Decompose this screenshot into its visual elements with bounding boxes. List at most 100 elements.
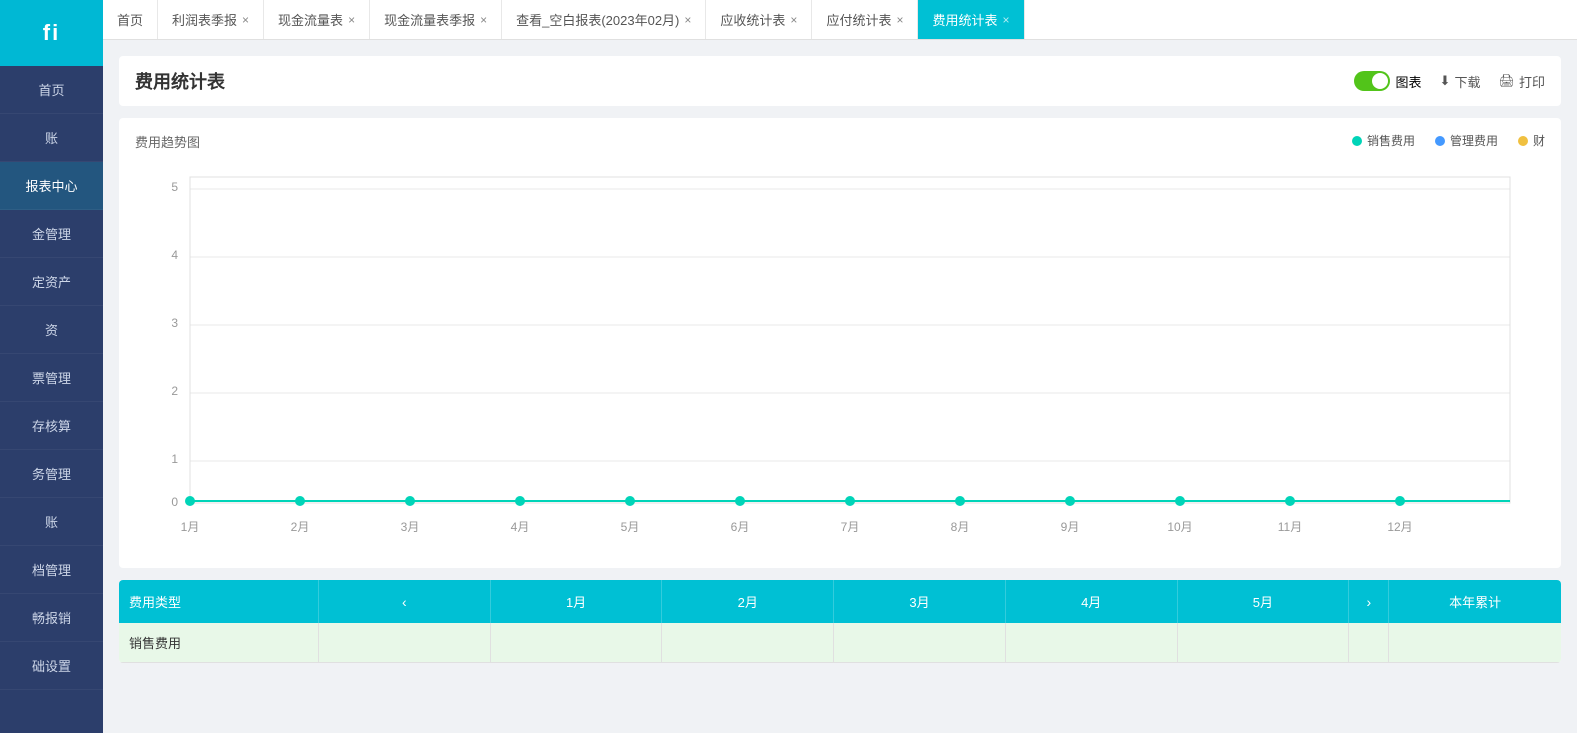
download-button[interactable]: ⬇ 下载: [1440, 72, 1481, 91]
tab-cashflow-quarterly-label: 现金流量表季报: [384, 10, 475, 29]
th-month5: 5月: [1178, 580, 1350, 623]
tab-blank-report[interactable]: 查看_空白报表(2023年02月) ×: [502, 0, 706, 39]
svg-text:4月: 4月: [511, 520, 530, 534]
chart-toggle-group: 图表: [1354, 71, 1422, 91]
tab-profit[interactable]: 利润表季报 ×: [158, 0, 264, 39]
chart-toggle[interactable]: [1354, 71, 1390, 91]
sidebar-item-reports[interactable]: 报表中心: [0, 162, 103, 210]
td-type: 销售费用: [119, 623, 319, 662]
chart-svg-container: 5 4 3 2 1 0: [135, 161, 1545, 554]
sidebar-item-settings[interactable]: 础设置: [0, 642, 103, 690]
sidebar-item-expense[interactable]: 畅报销: [0, 594, 103, 642]
sidebar-item-affairs[interactable]: 务管理: [0, 450, 103, 498]
prev-page-button[interactable]: ‹: [398, 594, 411, 610]
chart-section: 费用趋势图 销售费用 管理费用 财: [119, 118, 1561, 568]
legend-sales-dot: [1352, 136, 1362, 146]
sidebar-item-ledger[interactable]: 账: [0, 498, 103, 546]
print-icon: 🖨: [1498, 73, 1515, 89]
td-ytd: [1389, 623, 1561, 662]
tab-cashflow-close[interactable]: ×: [348, 13, 355, 27]
td-val3: [834, 623, 1006, 662]
table-row: 销售费用: [119, 623, 1561, 663]
tab-home-label: 首页: [117, 10, 143, 29]
svg-text:6月: 6月: [731, 520, 750, 534]
sidebar-logo: fi: [0, 0, 103, 66]
svg-text:2: 2: [171, 384, 178, 398]
td-empty-nav: [319, 623, 491, 662]
header-actions: 图表 ⬇ 下载 🖨 打印: [1354, 71, 1545, 91]
tab-receivable[interactable]: 应收统计表 ×: [706, 0, 812, 39]
chart-legend: 销售费用 管理费用 财: [1352, 132, 1545, 149]
sidebar-item-assets[interactable]: 定资产: [0, 258, 103, 306]
th-month4: 4月: [1006, 580, 1178, 623]
svg-text:0: 0: [171, 495, 178, 509]
table-header: 费用类型 ‹ 1月 2月 3月 4月 5月 › 本年累计: [119, 580, 1561, 623]
tab-receivable-label: 应收统计表: [720, 10, 785, 29]
tab-home[interactable]: 首页: [103, 0, 158, 39]
svg-text:5月: 5月: [621, 520, 640, 534]
chart-title: 费用趋势图: [135, 132, 1545, 151]
tab-profit-label: 利润表季报: [172, 10, 237, 29]
tab-blank-report-label: 查看_空白报表(2023年02月): [516, 10, 679, 29]
legend-finance-dot: [1518, 136, 1528, 146]
tab-blank-report-close[interactable]: ×: [684, 13, 691, 27]
legend-finance-label: 财: [1533, 132, 1545, 149]
legend-admin: 管理费用: [1435, 132, 1498, 149]
th-ytd: 本年累计: [1389, 580, 1561, 623]
sidebar-item-capital[interactable]: 资: [0, 306, 103, 354]
chart-svg: 5 4 3 2 1 0: [135, 161, 1545, 551]
tab-cashflow-quarterly-close[interactable]: ×: [480, 13, 487, 27]
tab-payable[interactable]: 应付统计表 ×: [812, 0, 918, 39]
tab-cashflow[interactable]: 现金流量表 ×: [264, 0, 370, 39]
sidebar-item-inventory[interactable]: 存核算: [0, 402, 103, 450]
data-table: 费用类型 ‹ 1月 2月 3月 4月 5月 › 本年累计 销售费用: [119, 580, 1561, 663]
sidebar-item-cash[interactable]: 金管理: [0, 210, 103, 258]
td-val4: [1006, 623, 1178, 662]
th-nav-prev[interactable]: ‹: [319, 580, 491, 623]
th-month3: 3月: [834, 580, 1006, 623]
download-label: 下载: [1454, 72, 1480, 91]
download-icon: ⬇: [1440, 73, 1451, 89]
page-content: 费用统计表 图表 ⬇ 下载 🖨 打印 费用趋势图: [103, 40, 1577, 733]
tab-bar: 首页 利润表季报 × 现金流量表 × 现金流量表季报 × 查看_空白报表(202…: [103, 0, 1577, 40]
svg-text:12月: 12月: [1387, 520, 1412, 534]
svg-text:2月: 2月: [291, 520, 310, 534]
td-val2: [662, 623, 834, 662]
tab-payable-label: 应付统计表: [826, 10, 891, 29]
sidebar-item-archive[interactable]: 档管理: [0, 546, 103, 594]
tab-expense-close[interactable]: ×: [1002, 13, 1009, 27]
th-nav-next[interactable]: ›: [1349, 580, 1389, 623]
tab-receivable-close[interactable]: ×: [790, 13, 797, 27]
chart-toggle-label: 图表: [1396, 72, 1422, 91]
legend-finance: 财: [1518, 132, 1545, 149]
tab-expense[interactable]: 费用统计表 ×: [918, 0, 1024, 39]
svg-text:3月: 3月: [401, 520, 420, 534]
print-button[interactable]: 🖨 打印: [1498, 72, 1545, 91]
td-val1: [491, 623, 663, 662]
print-label: 打印: [1519, 72, 1545, 91]
svg-text:11月: 11月: [1278, 520, 1302, 534]
svg-text:1月: 1月: [181, 520, 200, 534]
svg-text:8月: 8月: [951, 520, 970, 534]
sidebar-item-home[interactable]: 首页: [0, 66, 103, 114]
th-month2: 2月: [662, 580, 834, 623]
tab-cashflow-quarterly[interactable]: 现金流量表季报 ×: [370, 0, 502, 39]
page-header: 费用统计表 图表 ⬇ 下载 🖨 打印: [119, 56, 1561, 106]
legend-admin-label: 管理费用: [1450, 132, 1498, 149]
svg-text:1: 1: [171, 452, 178, 466]
sidebar-item-account[interactable]: 账: [0, 114, 103, 162]
legend-admin-dot: [1435, 136, 1445, 146]
tab-profit-close[interactable]: ×: [242, 13, 249, 27]
svg-text:9月: 9月: [1061, 520, 1080, 534]
sidebar: fi 首页 账 报表中心 金管理 定资产 资 票管理 存核算 务管理 账 档管理…: [0, 0, 103, 733]
tab-expense-label: 费用统计表: [932, 10, 997, 29]
sidebar-item-tickets[interactable]: 票管理: [0, 354, 103, 402]
th-month1: 1月: [491, 580, 663, 623]
th-type: 费用类型: [119, 580, 319, 623]
svg-text:7月: 7月: [841, 520, 860, 534]
main-area: 首页 利润表季报 × 现金流量表 × 现金流量表季报 × 查看_空白报表(202…: [103, 0, 1577, 733]
next-page-button[interactable]: ›: [1362, 594, 1375, 610]
tab-payable-close[interactable]: ×: [896, 13, 903, 27]
legend-sales: 销售费用: [1352, 132, 1415, 149]
svg-text:5: 5: [171, 180, 178, 194]
